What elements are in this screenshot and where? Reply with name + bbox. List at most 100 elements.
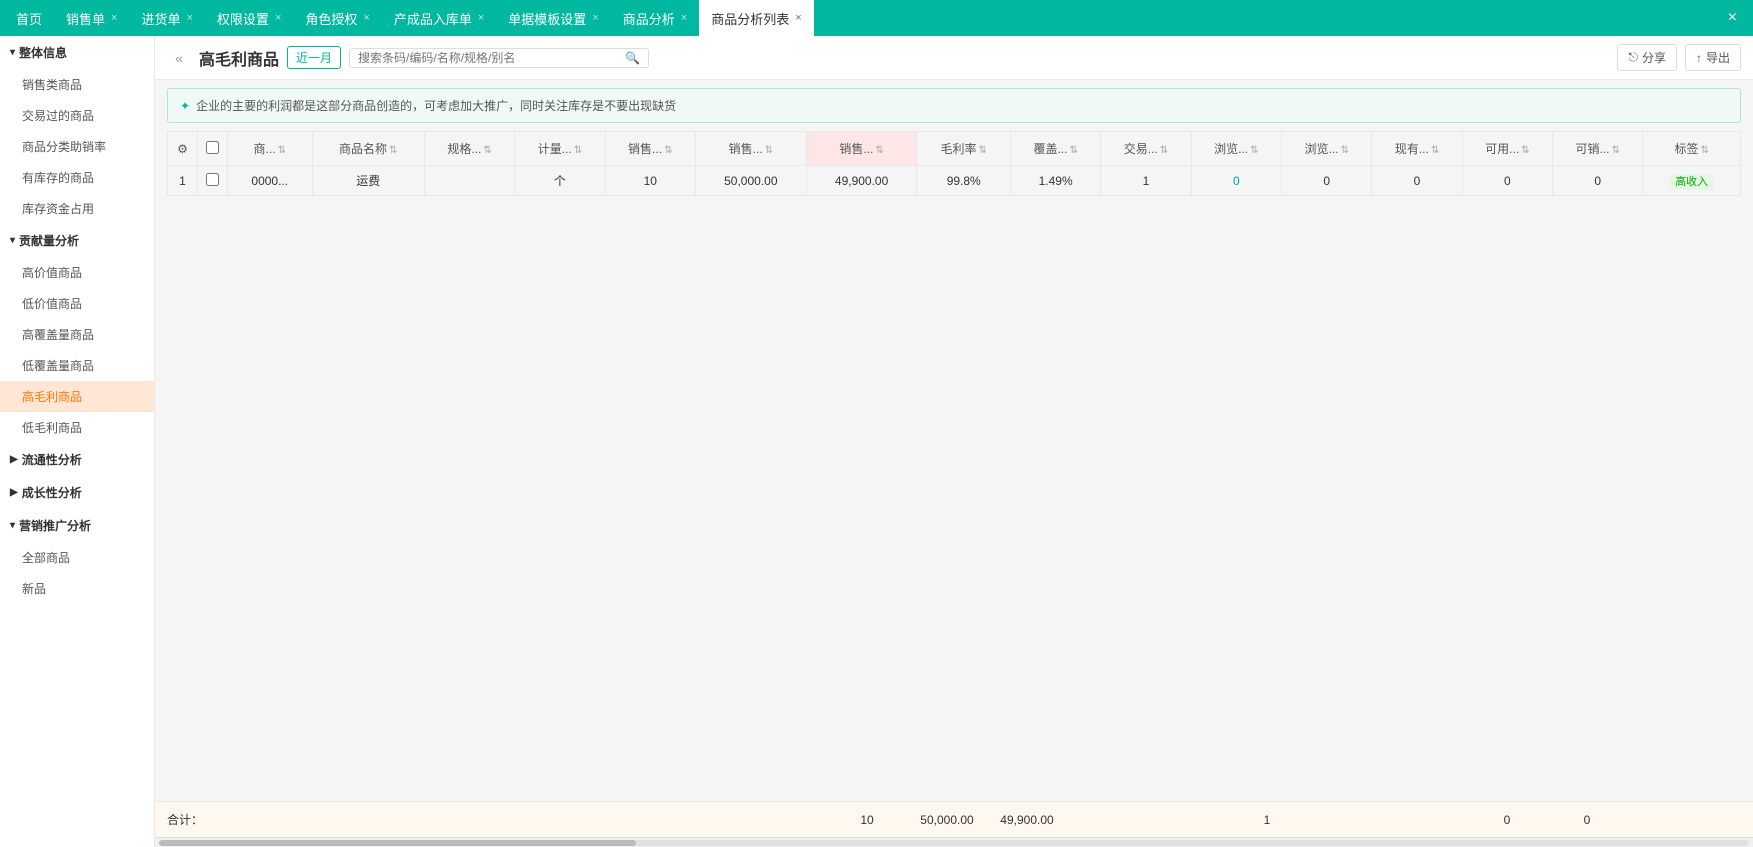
footer-cell-sales-count: 10 bbox=[827, 813, 907, 827]
search-input[interactable] bbox=[358, 51, 621, 65]
cell-view1[interactable]: 0 bbox=[1191, 166, 1281, 196]
chevron-down-icon: ▾ bbox=[10, 47, 15, 58]
window-close-button[interactable]: × bbox=[1716, 0, 1749, 36]
close-icon[interactable]: × bbox=[275, 12, 281, 24]
col-view1[interactable]: 浏览...⇅ bbox=[1191, 132, 1281, 166]
content-area: « 高毛利商品 近一月 🔍 ⎋ 分享 ↑ 导出 ✦ 企业的主要的利润都是这部 bbox=[155, 36, 1753, 847]
table-wrapper: ⚙ 商...⇅ 商品名称⇅ 规格...⇅ 计量...⇅ 销售...⇅ 销售...… bbox=[167, 131, 1741, 801]
nav-product-analysis[interactable]: 商品分析 × bbox=[611, 0, 699, 36]
nav-sales[interactable]: 销售单 × bbox=[54, 0, 129, 36]
sidebar-item-in-stock[interactable]: 有库存的商品 bbox=[0, 162, 154, 193]
sidebar-item-stock-fund[interactable]: 库存资金占用 bbox=[0, 193, 154, 224]
cell-spec bbox=[424, 166, 514, 196]
table-footer: 合计： 10 50,000.00 49,900.00 1 0 0 bbox=[155, 801, 1753, 837]
nav-product-in[interactable]: 产成品入库单 × bbox=[382, 0, 496, 36]
top-nav: 首页 销售单 × 进货单 × 权限设置 × 角色授权 × 产成品入库单 × 单据… bbox=[0, 0, 1753, 36]
sidebar-item-category-rate[interactable]: 商品分类助销率 bbox=[0, 131, 154, 162]
sidebar-item-high-value[interactable]: 高价值商品 bbox=[0, 257, 154, 288]
col-settings[interactable]: ⚙ bbox=[168, 132, 198, 166]
footer-cell-available: 0 bbox=[1547, 813, 1627, 827]
select-all-checkbox[interactable] bbox=[206, 141, 219, 154]
footer-cell-sales-profit: 49,900.00 bbox=[987, 813, 1067, 827]
sidebar-item-new-goods[interactable]: 新品 bbox=[0, 573, 154, 604]
scrollbar-thumb[interactable] bbox=[159, 840, 636, 846]
close-icon[interactable]: × bbox=[363, 12, 369, 24]
header-actions: ⎋ 分享 ↑ 导出 bbox=[1617, 44, 1741, 71]
cell-sales-amount: 50,000.00 bbox=[695, 166, 806, 196]
cell-view2: 0 bbox=[1282, 166, 1372, 196]
close-icon[interactable]: × bbox=[681, 12, 687, 24]
cell-current-stock: 0 bbox=[1372, 166, 1462, 196]
time-filter-button[interactable]: 近一月 bbox=[287, 46, 341, 69]
col-spec[interactable]: 规格...⇅ bbox=[424, 132, 514, 166]
page-title: 高毛利商品 bbox=[199, 46, 279, 70]
col-view2[interactable]: 浏览...⇅ bbox=[1282, 132, 1372, 166]
scrollbar-track[interactable] bbox=[159, 840, 1749, 846]
export-button[interactable]: ↑ 导出 bbox=[1685, 44, 1741, 71]
footer-cells: 10 50,000.00 49,900.00 1 0 0 bbox=[507, 813, 1707, 827]
footer-cell-2 bbox=[667, 813, 747, 827]
col-coverage[interactable]: 覆盖...⇅ bbox=[1010, 132, 1100, 166]
col-available-stock[interactable]: 可用...⇅ bbox=[1462, 132, 1552, 166]
content-header: « 高毛利商品 近一月 🔍 ⎋ 分享 ↑ 导出 bbox=[155, 36, 1753, 80]
footer-cell-14 bbox=[1627, 813, 1707, 827]
col-gross-margin[interactable]: 毛利率⇅ bbox=[917, 132, 1010, 166]
sidebar-item-traded-goods[interactable]: 交易过的商品 bbox=[0, 100, 154, 131]
nav-product-analysis-list[interactable]: 商品分析列表 × bbox=[699, 0, 813, 36]
chevron-down-icon: ▾ bbox=[10, 520, 15, 531]
sidebar-group-marketing[interactable]: ▾ 营销推广分析 bbox=[0, 509, 154, 542]
main-layout: ▾ 整体信息 销售类商品 交易过的商品 商品分类助销率 有库存的商品 库存资金占… bbox=[0, 36, 1753, 847]
cell-transaction: 1 bbox=[1101, 166, 1191, 196]
sidebar-item-high-margin[interactable]: 高毛利商品 bbox=[0, 381, 154, 412]
col-code[interactable]: 商...⇅ bbox=[228, 132, 313, 166]
sidebar-group-overall[interactable]: ▾ 整体信息 bbox=[0, 36, 154, 69]
footer-cell-7 bbox=[1067, 813, 1147, 827]
close-icon[interactable]: × bbox=[186, 12, 192, 24]
chevron-right-icon: ▶ bbox=[10, 487, 18, 498]
col-sales-amount[interactable]: 销售...⇅ bbox=[695, 132, 806, 166]
row-checkbox[interactable] bbox=[206, 173, 219, 186]
cell-code: 0000... bbox=[228, 166, 313, 196]
col-saleable-stock[interactable]: 可销...⇅ bbox=[1553, 132, 1643, 166]
info-banner: ✦ 企业的主要的利润都是这部分商品创造的，可考虑加大推广，同时关注库存是不要出现… bbox=[167, 88, 1741, 123]
nav-permission[interactable]: 权限设置 × bbox=[205, 0, 293, 36]
sidebar-group-growth[interactable]: ▶ 成长性分析 bbox=[0, 476, 154, 509]
col-sales-profit[interactable]: 销售...⇅ bbox=[806, 132, 917, 166]
share-button[interactable]: ⎋ 分享 bbox=[1617, 44, 1677, 71]
close-icon[interactable]: × bbox=[592, 12, 598, 24]
sidebar-item-sales-goods[interactable]: 销售类商品 bbox=[0, 69, 154, 100]
cell-check[interactable] bbox=[198, 166, 228, 196]
col-sales-count[interactable]: 销售...⇅ bbox=[605, 132, 695, 166]
col-tag[interactable]: 标签⇅ bbox=[1643, 132, 1741, 166]
close-icon[interactable]: × bbox=[111, 12, 117, 24]
close-icon[interactable]: × bbox=[795, 12, 801, 24]
sidebar-group-contribution[interactable]: ▾ 贡献量分析 bbox=[0, 224, 154, 257]
sidebar-item-low-value[interactable]: 低价值商品 bbox=[0, 288, 154, 319]
sidebar-item-low-coverage[interactable]: 低覆盖量商品 bbox=[0, 350, 154, 381]
close-icon[interactable]: × bbox=[478, 12, 484, 24]
col-transaction[interactable]: 交易...⇅ bbox=[1101, 132, 1191, 166]
view1-link[interactable]: 0 bbox=[1233, 174, 1240, 188]
nav-role[interactable]: 角色授权 × bbox=[293, 0, 381, 36]
col-name[interactable]: 商品名称⇅ bbox=[312, 132, 424, 166]
footer-cell-current: 0 bbox=[1467, 813, 1547, 827]
sidebar-group-circulation[interactable]: ▶ 流通性分析 bbox=[0, 443, 154, 476]
share-icon: ⎋ bbox=[1628, 50, 1638, 65]
search-icon[interactable]: 🔍 bbox=[625, 51, 640, 65]
sidebar-item-high-coverage[interactable]: 高覆盖量商品 bbox=[0, 319, 154, 350]
footer-cell-1 bbox=[587, 813, 667, 827]
info-icon: ✦ bbox=[180, 99, 190, 113]
nav-purchase[interactable]: 进货单 × bbox=[129, 0, 204, 36]
nav-home[interactable]: 首页 bbox=[4, 0, 54, 36]
col-current-stock[interactable]: 现有...⇅ bbox=[1372, 132, 1462, 166]
col-unit[interactable]: 计量...⇅ bbox=[515, 132, 605, 166]
table-row: 1 0000... 运费 个 10 50,000.00 49,900.00 99… bbox=[168, 166, 1741, 196]
sidebar-item-low-margin[interactable]: 低毛利商品 bbox=[0, 412, 154, 443]
sidebar-item-all-goods[interactable]: 全部商品 bbox=[0, 542, 154, 573]
col-check[interactable] bbox=[198, 132, 228, 166]
cell-gross-margin: 99.8% bbox=[917, 166, 1010, 196]
footer-cell-transaction: 1 bbox=[1227, 813, 1307, 827]
sidebar-collapse-button[interactable]: « bbox=[167, 46, 191, 70]
nav-template[interactable]: 单据模板设置 × bbox=[496, 0, 610, 36]
horizontal-scrollbar[interactable] bbox=[155, 837, 1753, 847]
